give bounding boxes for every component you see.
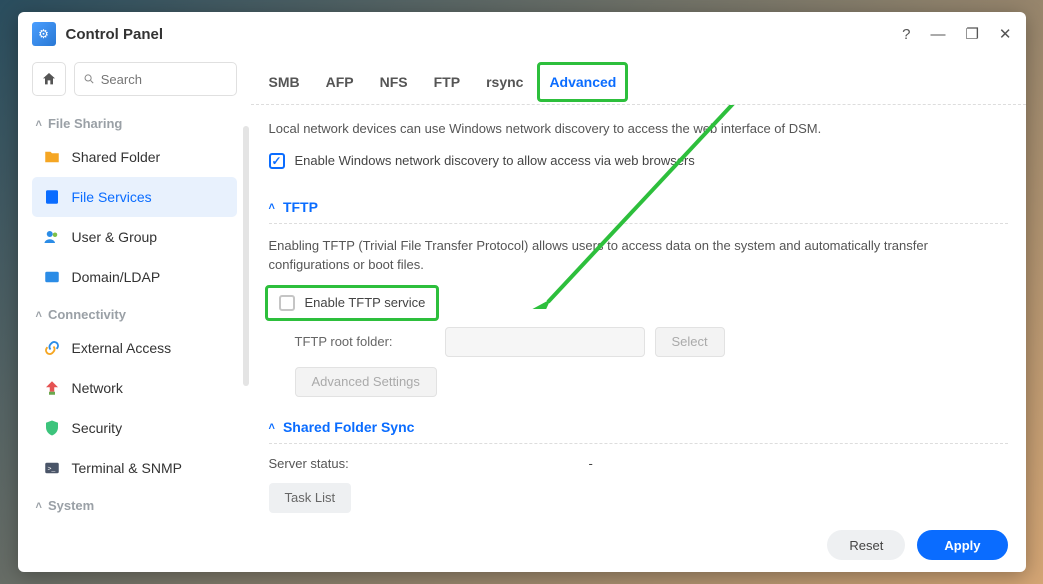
maximize-icon[interactable]: ❐ xyxy=(965,25,978,43)
chevron-up-icon: ˄ xyxy=(269,201,275,213)
scroll-area[interactable]: Local network devices can use Windows ne… xyxy=(251,105,1026,518)
network-icon xyxy=(42,378,62,398)
category-system[interactable]: ˄System xyxy=(32,488,237,519)
sidebar-item-label: External Access xyxy=(72,340,172,356)
svg-text:>_: >_ xyxy=(47,465,55,472)
chevron-up-icon: ˄ xyxy=(36,309,42,321)
sidebar-item-shared-folder[interactable]: Shared Folder xyxy=(32,137,237,177)
checkbox-checked-icon[interactable]: ✓ xyxy=(269,153,285,169)
search-input[interactable] xyxy=(101,72,228,87)
sidebar-item-label: Shared Folder xyxy=(72,149,161,165)
ws-discovery-checkbox-row[interactable]: ✓ Enable Windows network discovery to al… xyxy=(269,153,1008,169)
chevron-up-icon: ˄ xyxy=(269,421,275,433)
field-label: TFTP root folder: xyxy=(295,334,435,349)
apply-button[interactable]: Apply xyxy=(917,530,1007,560)
advanced-settings-button[interactable]: Advanced Settings xyxy=(295,367,437,397)
tab-bar: SMB AFP NFS FTP rsync Advanced xyxy=(251,56,1026,105)
link-icon xyxy=(42,338,62,358)
checkbox-label: Enable Windows network discovery to allo… xyxy=(295,153,695,168)
checkbox-unchecked-icon[interactable]: ✓ xyxy=(279,295,295,311)
category-connectivity[interactable]: ˄Connectivity xyxy=(32,297,237,328)
search-icon xyxy=(83,72,95,86)
sidebar-item-terminal-snmp[interactable]: >_ Terminal & SNMP xyxy=(32,448,237,488)
minimize-icon[interactable]: — xyxy=(930,26,945,43)
close-icon[interactable]: ✕ xyxy=(999,25,1012,43)
sidebar-item-label: Security xyxy=(72,420,123,436)
terminal-icon: >_ xyxy=(42,458,62,478)
sidebar-item-security[interactable]: Security xyxy=(32,408,237,448)
server-status-row: Server status: - xyxy=(269,456,1008,471)
tab-afp[interactable]: AFP xyxy=(326,70,354,104)
home-icon xyxy=(41,71,57,87)
tftp-root-input[interactable] xyxy=(445,327,645,357)
chevron-up-icon: ˄ xyxy=(36,118,42,130)
sidebar-item-domain-ldap[interactable]: Domain/LDAP xyxy=(32,257,237,297)
window-title: Control Panel xyxy=(66,26,164,43)
sidebar-item-external-access[interactable]: External Access xyxy=(32,328,237,368)
sidebar-item-label: Terminal & SNMP xyxy=(72,460,182,476)
tab-advanced[interactable]: Advanced xyxy=(549,70,616,104)
status-value: - xyxy=(589,456,593,471)
tab-rsync[interactable]: rsync xyxy=(486,70,523,104)
sidebar-scrollbar[interactable] xyxy=(243,126,249,386)
content-area: SMB AFP NFS FTP rsync Advanced Local net… xyxy=(251,56,1026,572)
tftp-desc: Enabling TFTP (Trivial File Transfer Pro… xyxy=(269,236,1008,275)
section-shared-folder-sync[interactable]: ˄Shared Folder Sync xyxy=(269,411,1008,444)
sidebar: ˄File Sharing Shared Folder File Service… xyxy=(18,56,251,572)
file-service-icon xyxy=(42,187,62,207)
tftp-root-field: TFTP root folder: Select xyxy=(295,327,1008,357)
checkbox-label: Enable TFTP service xyxy=(305,295,426,310)
control-panel-window: ⚙ Control Panel ? — ❐ ✕ ˄File Sharing Sh… xyxy=(18,12,1026,572)
sidebar-item-label: Domain/LDAP xyxy=(72,269,161,285)
home-button[interactable] xyxy=(32,62,66,96)
ws-discovery-desc: Local network devices can use Windows ne… xyxy=(269,119,1008,139)
task-list-button[interactable]: Task List xyxy=(269,483,352,513)
highlight-box xyxy=(537,62,628,102)
sidebar-item-label: File Services xyxy=(72,189,152,205)
search-box[interactable] xyxy=(74,62,237,96)
app-icon: ⚙ xyxy=(32,22,56,46)
tftp-enable-row[interactable]: ✓ Enable TFTP service xyxy=(269,289,436,317)
tab-nfs[interactable]: NFS xyxy=(380,70,408,104)
select-button[interactable]: Select xyxy=(655,327,725,357)
sidebar-item-network[interactable]: Network xyxy=(32,368,237,408)
window-controls: ? — ❐ ✕ xyxy=(902,25,1011,43)
titlebar: ⚙ Control Panel ? — ❐ ✕ xyxy=(18,12,1026,56)
status-label: Server status: xyxy=(269,456,579,471)
folder-icon xyxy=(42,147,62,167)
sidebar-item-label: User & Group xyxy=(72,229,158,245)
chevron-up-icon: ˄ xyxy=(36,500,42,512)
section-tftp[interactable]: ˄TFTP xyxy=(269,191,1008,224)
sidebar-item-file-services[interactable]: File Services xyxy=(32,177,237,217)
tab-ftp[interactable]: FTP xyxy=(434,70,460,104)
sidebar-item-user-group[interactable]: User & Group xyxy=(32,217,237,257)
tab-smb[interactable]: SMB xyxy=(269,70,300,104)
category-file-sharing[interactable]: ˄File Sharing xyxy=(32,106,237,137)
footer: Reset Apply xyxy=(251,518,1026,572)
sidebar-item-label: Network xyxy=(72,380,123,396)
id-card-icon xyxy=(42,267,62,287)
users-icon xyxy=(42,227,62,247)
help-icon[interactable]: ? xyxy=(902,26,910,43)
shield-icon xyxy=(42,418,62,438)
reset-button[interactable]: Reset xyxy=(827,530,905,560)
